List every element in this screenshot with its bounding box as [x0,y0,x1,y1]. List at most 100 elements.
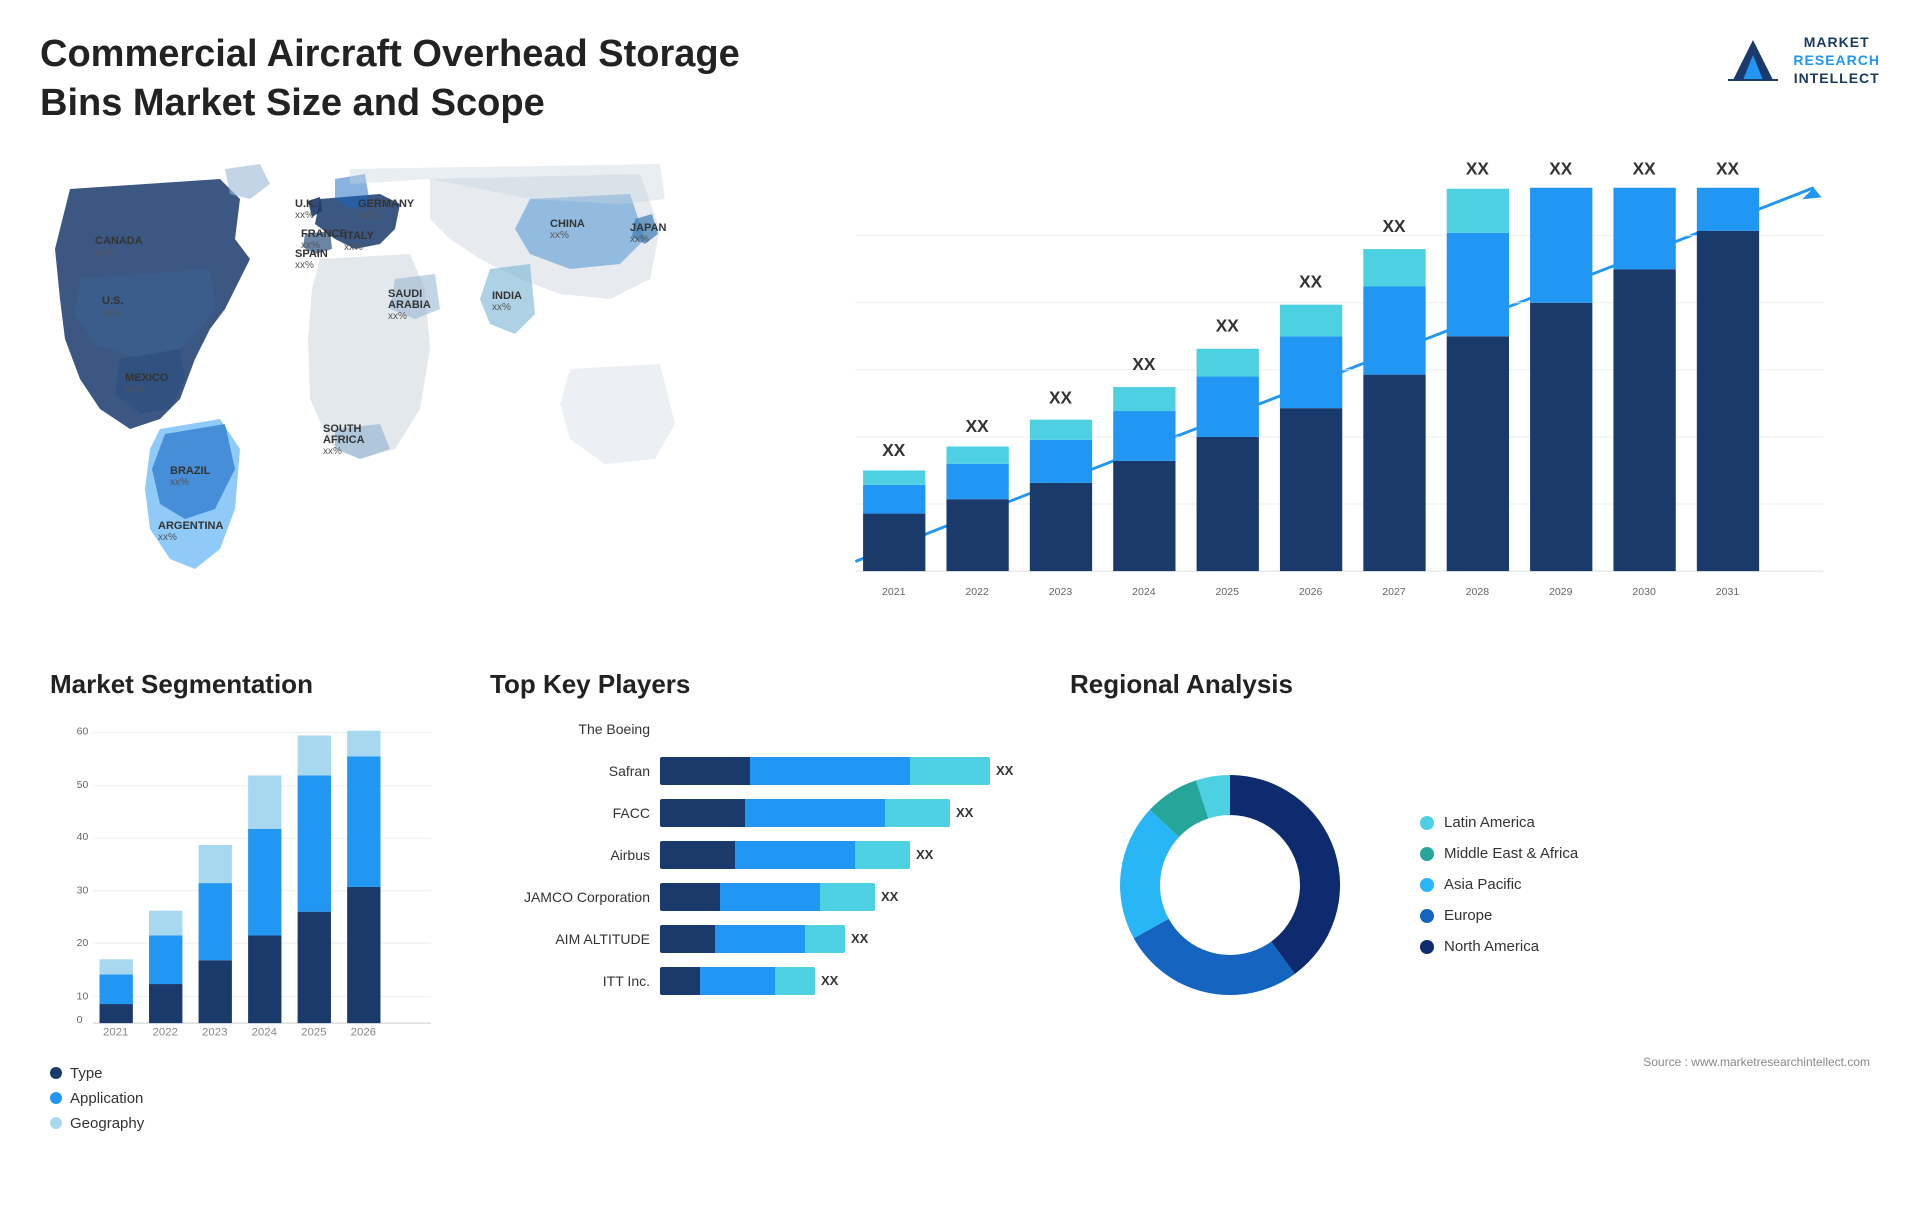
legend-label-latin: Latin America [1444,814,1535,831]
svg-text:XX: XX [1633,159,1657,178]
player-bar-aim: XX [660,925,1030,953]
svg-text:xx%: xx% [550,230,569,241]
player-row-boeing: The Boeing [490,715,1030,743]
player-value-itt: XX [821,973,838,988]
svg-text:XX: XX [1216,315,1240,335]
player-bar-boeing [660,715,1030,743]
svg-text:SPAIN: SPAIN [295,248,328,260]
svg-text:10: 10 [77,991,89,1002]
svg-text:2021: 2021 [882,586,906,598]
svg-text:U.S.: U.S. [102,295,123,307]
svg-text:INDIA: INDIA [492,290,522,302]
legend-item-europe: Europe [1420,907,1578,924]
legend-item-latin: Latin America [1420,814,1578,831]
svg-text:XX: XX [1716,159,1740,178]
svg-text:XX: XX [1049,387,1073,407]
segmentation-chart: 60 50 40 30 20 10 0 [50,715,450,1055]
player-bar-jamco: XX [660,883,1030,911]
svg-text:40: 40 [77,832,89,843]
player-value-aim: XX [851,931,868,946]
svg-text:FRANCE: FRANCE [301,228,347,240]
source-text: Source : www.marketresearchintellect.com [1070,1055,1870,1069]
seg-dot-application [50,1092,62,1104]
page-title: Commercial Aircraft Overhead Storage Bin… [40,30,740,129]
player-row-aim: AIM ALTITUDE XX [490,925,1030,953]
svg-text:2030: 2030 [1632,586,1656,598]
segmentation-legend: Type Application Geography [50,1065,450,1132]
regional-legend: Latin America Middle East & Africa Asia … [1420,814,1578,955]
world-map-container: CANADA xx% U.S. xx% MEXICO xx% BRAZIL xx… [40,149,760,629]
svg-text:xx%: xx% [295,260,314,271]
svg-text:BRAZIL: BRAZIL [170,465,211,477]
legend-item-mea: Middle East & Africa [1420,845,1578,862]
players-chart: The Boeing Safran XX [490,715,1030,995]
svg-text:xx%: xx% [388,311,407,322]
svg-text:xx%: xx% [170,477,189,488]
svg-text:ARABIA: ARABIA [388,299,431,311]
svg-text:60: 60 [77,726,89,737]
svg-text:XX: XX [1299,271,1323,291]
player-name-airbus: Airbus [490,847,650,863]
svg-text:MEXICO: MEXICO [125,372,169,384]
player-row-facc: FACC XX [490,799,1030,827]
logo-box: MARKET RESEARCH INTELLECT [1723,30,1880,90]
svg-text:XX: XX [1466,159,1490,178]
player-value-facc: XX [956,805,973,820]
seg-label-type: Type [70,1065,103,1082]
svg-text:XX: XX [1549,159,1573,178]
svg-text:XX: XX [1132,354,1156,374]
top-section: CANADA xx% U.S. xx% MEXICO xx% BRAZIL xx… [40,149,1880,629]
page-container: Commercial Aircraft Overhead Storage Bin… [0,0,1920,1209]
svg-text:CANADA: CANADA [95,235,143,247]
logo-text: MARKET RESEARCH INTELLECT [1793,33,1880,88]
svg-text:xx%: xx% [492,302,511,313]
legend-label-na: North America [1444,938,1539,955]
svg-text:2027: 2027 [1382,586,1406,598]
svg-text:2025: 2025 [1216,586,1240,598]
player-name-itt: ITT Inc. [490,973,650,989]
svg-text:2031: 2031 [1716,586,1740,598]
svg-text:U.K.: U.K. [295,198,317,210]
logo-icon [1723,30,1783,90]
logo-area: MARKET RESEARCH INTELLECT [1723,30,1880,90]
svg-text:GERMANY: GERMANY [358,198,415,210]
svg-text:XX: XX [1382,216,1406,236]
seg-legend-type: Type [50,1065,450,1082]
seg-dot-geography [50,1117,62,1129]
svg-text:0: 0 [77,1015,83,1026]
legend-label-europe: Europe [1444,907,1492,924]
donut-chart-svg [1070,725,1390,1045]
svg-text:2024: 2024 [252,1026,278,1038]
svg-text:xx%: xx% [125,384,144,395]
legend-dot-na [1420,940,1434,954]
player-bar-safran: XX [660,757,1030,785]
seg-dot-type [50,1067,62,1079]
seg-label-geography: Geography [70,1115,144,1132]
player-row-itt: ITT Inc. XX [490,967,1030,995]
player-row-jamco: JAMCO Corporation XX [490,883,1030,911]
player-name-boeing: The Boeing [490,721,650,737]
svg-text:xx%: xx% [295,210,314,221]
svg-text:20: 20 [77,938,89,949]
svg-text:2024: 2024 [1132,586,1156,598]
player-bar-facc: XX [660,799,1030,827]
player-row-airbus: Airbus XX [490,841,1030,869]
svg-text:2023: 2023 [202,1026,227,1038]
header: Commercial Aircraft Overhead Storage Bin… [40,30,1880,129]
player-bar-itt: XX [660,967,1030,995]
seg-label-application: Application [70,1090,143,1107]
svg-text:xx%: xx% [630,234,649,245]
player-row-safran: Safran XX [490,757,1030,785]
legend-dot-asia [1420,878,1434,892]
player-name-safran: Safran [490,763,650,779]
legend-dot-mea [1420,847,1434,861]
svg-text:2022: 2022 [965,586,989,598]
bottom-section: Market Segmentation 60 50 40 30 20 10 0 [40,659,1880,1179]
svg-text:xx%: xx% [95,248,114,259]
svg-text:xx%: xx% [344,242,363,253]
svg-text:2028: 2028 [1466,586,1490,598]
regional-title: Regional Analysis [1070,669,1870,700]
legend-item-na: North America [1420,938,1578,955]
svg-text:2022: 2022 [153,1026,178,1038]
legend-label-mea: Middle East & Africa [1444,845,1578,862]
